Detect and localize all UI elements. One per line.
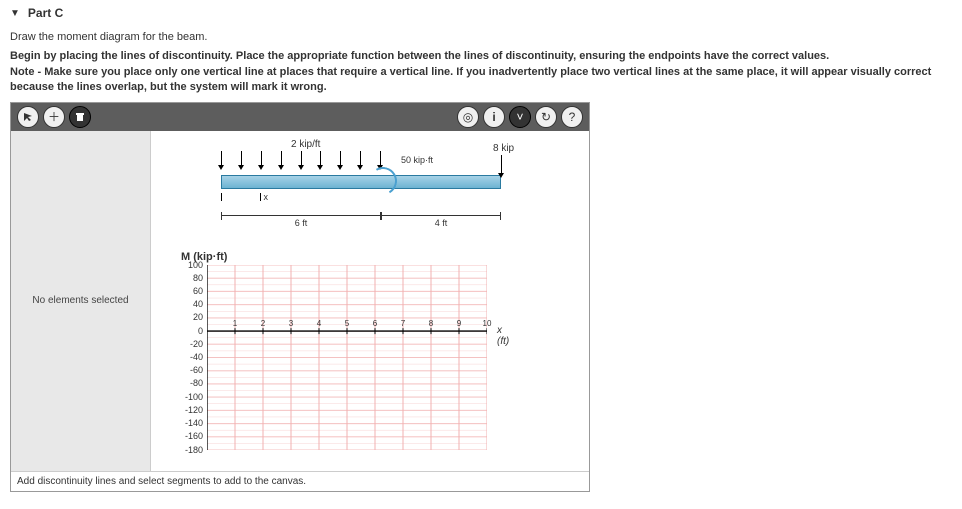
collapse-icon: ▼ [10, 8, 20, 19]
help-button[interactable]: ? [561, 106, 583, 128]
plot-xlabel: x (ft) [497, 325, 509, 347]
task-text: Draw the moment diagram for the beam. [10, 30, 952, 45]
canvas-status-bar: Add discontinuity lines and select segme… [11, 471, 589, 491]
point-load-arrow-icon [501, 155, 502, 175]
beam-body [221, 175, 501, 189]
selection-status: No elements selected [32, 295, 128, 306]
zoom-fit-button[interactable]: ◎ [457, 106, 479, 128]
dim-6ft: 6 ft [221, 215, 381, 228]
drawing-area[interactable]: 2 kip/ft 50 kip·ft 8 kip x 6 ft 4 ft [151, 131, 589, 471]
add-tool-button[interactable]: ＋ [43, 106, 65, 128]
selection-panel: No elements selected [11, 131, 151, 471]
moment-label: 50 kip·ft [401, 155, 433, 165]
delete-tool-button[interactable] [69, 106, 91, 128]
part-header[interactable]: ▼ Part C [10, 6, 952, 20]
graph-canvas: ＋ ◎ i ˅ ↻ ? No elements selected 2 kip/f… [10, 102, 590, 492]
moment-plot[interactable]: M (kip·ft) 100806040200-20-40-60-80-100-… [181, 251, 561, 461]
x-marker: x [221, 193, 281, 203]
more-button[interactable]: ˅ [509, 106, 531, 128]
point-load-label: 8 kip [493, 143, 514, 154]
beam-dimensions: 6 ft 4 ft [221, 215, 501, 228]
y-axis-ticks: 100806040200-20-40-60-80-100-120-140-160… [181, 251, 205, 436]
instr-note-prefix: Note - [10, 66, 44, 78]
instr-line2: Make sure you place only one vertical li… [10, 66, 931, 93]
plot-ylabel: M (kip·ft) [181, 251, 561, 263]
beam-figure: 2 kip/ft 50 kip·ft 8 kip x 6 ft 4 ft [191, 137, 551, 247]
canvas-hint: Add discontinuity lines and select segme… [17, 476, 306, 487]
info-button[interactable]: i [483, 106, 505, 128]
instr-line1: Begin by placing the lines of discontinu… [10, 50, 829, 62]
canvas-toolbar: ＋ ◎ i ˅ ↻ ? [11, 103, 589, 131]
part-label: Part C [28, 6, 63, 20]
dim-4ft: 4 ft [381, 215, 501, 228]
pointer-tool-button[interactable] [17, 106, 39, 128]
plot-grid[interactable]: x (ft) [207, 265, 487, 450]
dist-load-arrows [221, 151, 381, 175]
dist-load-label: 2 kip/ft [291, 139, 320, 150]
instructions: Draw the moment diagram for the beam. Be… [10, 30, 952, 96]
refresh-button[interactable]: ↻ [535, 106, 557, 128]
